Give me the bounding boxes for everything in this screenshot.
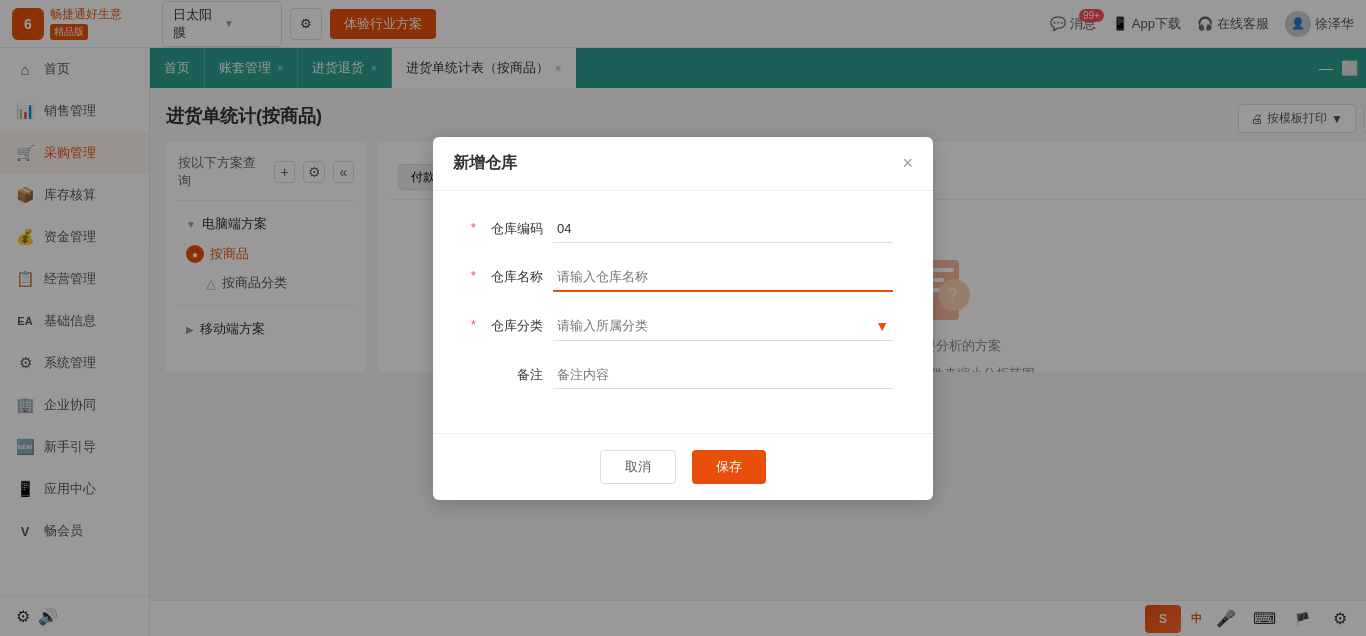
form-row-category: 仓库分类 ▼ [473,312,893,341]
modal-overlay[interactable]: 新增仓库 × 仓库编码 仓库名称 仓库分类 [0,0,1366,372]
modal-close-button[interactable]: × [902,153,913,174]
modal-title: 新增仓库 [453,153,517,174]
warehouse-category-input[interactable] [557,318,875,333]
form-row-code: 仓库编码 [473,215,893,243]
warehouse-code-input[interactable] [553,215,893,243]
warehouse-category-label: 仓库分类 [473,317,553,335]
warehouse-category-select-row[interactable]: ▼ [553,312,893,341]
remark-input[interactable] [553,361,893,373]
form-row-name: 仓库名称 [473,263,893,292]
new-warehouse-modal: 新增仓库 × 仓库编码 仓库名称 仓库分类 [433,137,933,373]
warehouse-code-label: 仓库编码 [473,220,553,238]
warehouse-name-label: 仓库名称 [473,268,553,286]
form-row-remark: 备注 [473,361,893,373]
modal-header: 新增仓库 × [433,137,933,191]
modal-body: 仓库编码 仓库名称 仓库分类 ▼ [433,191,933,373]
warehouse-name-input[interactable] [553,263,893,292]
remark-label: 备注 [473,366,553,373]
category-dropdown-arrow: ▼ [875,318,889,334]
